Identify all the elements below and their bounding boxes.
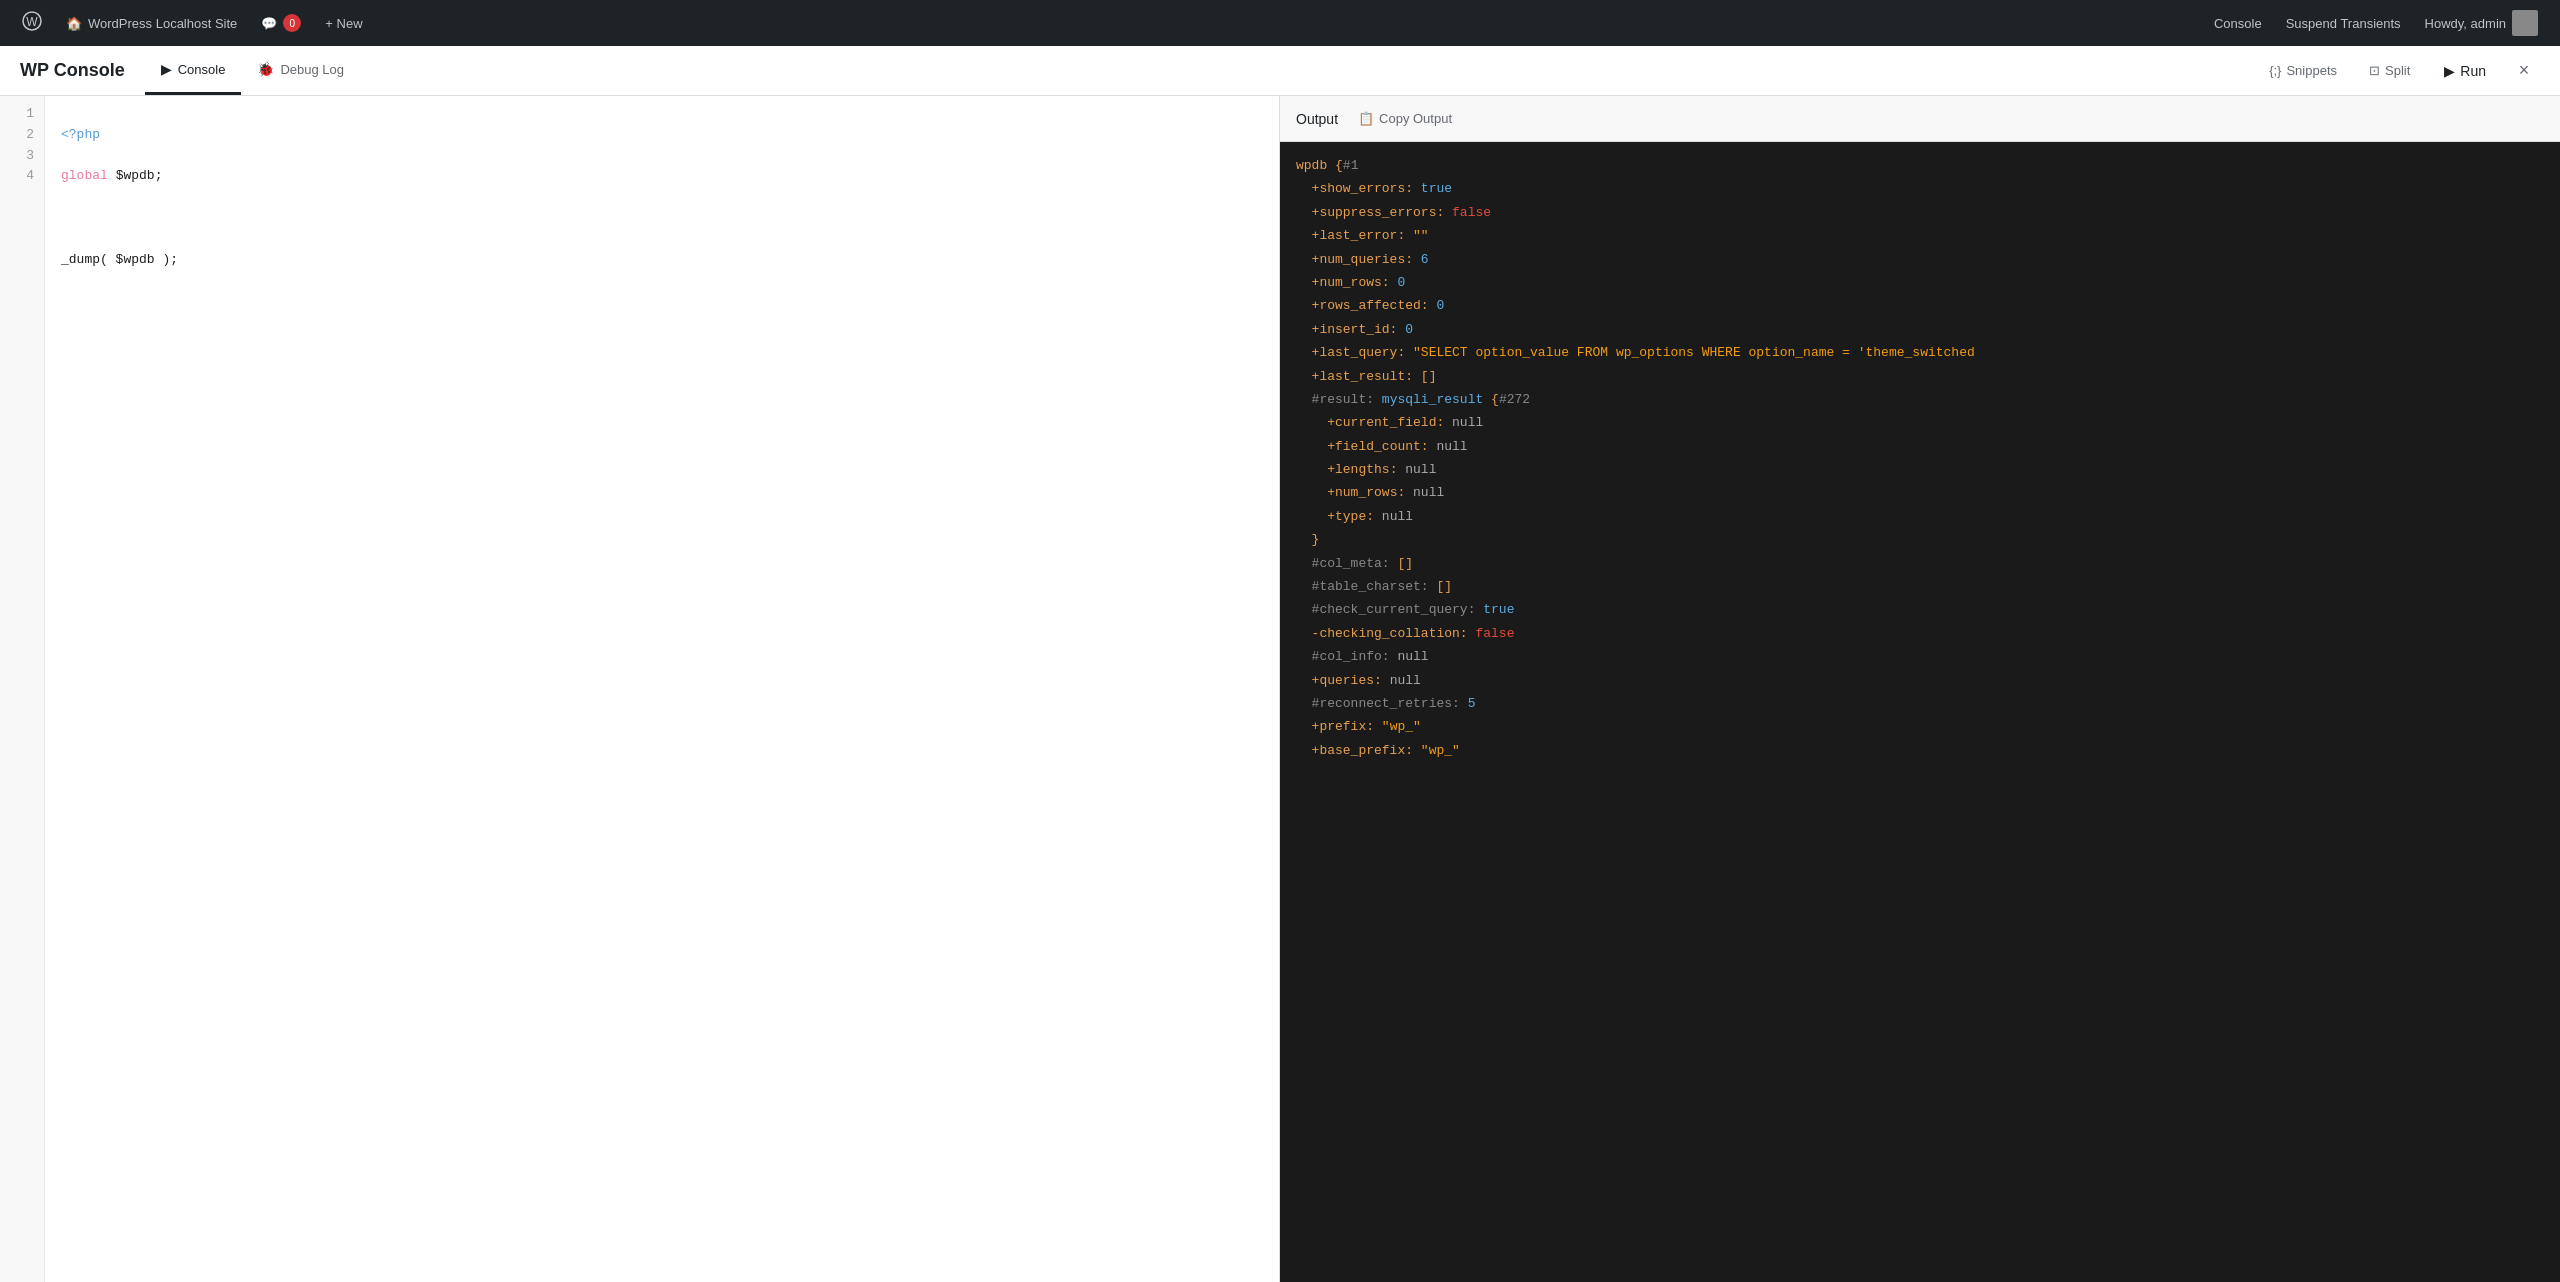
site-name: WordPress Localhost Site (88, 16, 237, 31)
out-line-19: #table_charset: [] (1296, 575, 2544, 598)
out-line-18: #col_meta: [] (1296, 552, 2544, 575)
howdy-item[interactable]: Howdy, admin (2415, 0, 2548, 46)
out-line-9: +last_query: "SELECT option_value FROM w… (1296, 341, 2544, 364)
plugin-header: WP Console ▶ Console 🐞 Debug Log {;} Sni… (0, 46, 2560, 96)
avatar (2512, 10, 2538, 36)
out-line-23: +queries: null (1296, 669, 2544, 692)
out-line-4: +last_error: "" (1296, 224, 2544, 247)
out-line-16: +type: null (1296, 505, 2544, 528)
line-num-1: 1 (0, 104, 44, 125)
line-numbers: 1 2 3 4 (0, 96, 45, 1282)
debug-log-tab-icon: 🐞 (257, 61, 274, 77)
split-icon: ⊡ (2369, 63, 2380, 78)
out-line-11: #result: mysqli_result {#272 (1296, 388, 2544, 411)
close-icon: × (2519, 60, 2530, 81)
split-label: Split (2385, 63, 2410, 78)
code-line-1: <?php (61, 125, 1263, 146)
snippets-label: Snippets (2286, 63, 2337, 78)
snippets-button[interactable]: {;} Snippets (2257, 57, 2349, 84)
new-label: + New (325, 16, 362, 31)
run-icon: ▶ (2444, 63, 2455, 79)
tab-debug-log[interactable]: 🐞 Debug Log (241, 46, 360, 95)
editor-content[interactable]: 1 2 3 4 <?php global $wpdb; _dump( $wpdb… (0, 96, 1279, 1282)
out-line-12: +current_field: null (1296, 411, 2544, 434)
tab-bar: ▶ Console 🐞 Debug Log (145, 46, 360, 95)
snippets-icon: {;} (2269, 63, 2281, 78)
out-line-7: +rows_affected: 0 (1296, 294, 2544, 317)
out-line-6: +num_rows: 0 (1296, 271, 2544, 294)
console-adminbar-item[interactable]: Console (2204, 0, 2272, 46)
suspend-transients-label: Suspend Transients (2286, 16, 2401, 31)
out-line-15: +num_rows: null (1296, 481, 2544, 504)
split-button[interactable]: ⊡ Split (2357, 57, 2422, 84)
main-content: WP Console ▶ Console 🐞 Debug Log {;} Sni… (0, 46, 2560, 1282)
wp-logo-item[interactable]: W (12, 0, 52, 46)
out-line-25: +prefix: "wp_" (1296, 715, 2544, 738)
out-line-8: +insert_id: 0 (1296, 318, 2544, 341)
debug-log-tab-label: Debug Log (280, 62, 344, 77)
out-line-24: #reconnect_retries: 5 (1296, 692, 2544, 715)
site-name-item[interactable]: 🏠 WordPress Localhost Site (56, 0, 247, 46)
out-line-22: #col_info: null (1296, 645, 2544, 668)
wp-logo-icon: W (22, 11, 42, 36)
code-editor[interactable]: <?php global $wpdb; _dump( $wpdb ); (45, 96, 1279, 1282)
editor-pane: 1 2 3 4 <?php global $wpdb; _dump( $wpdb… (0, 96, 1280, 1282)
run-label: Run (2460, 63, 2486, 79)
header-actions: {;} Snippets ⊡ Split ▶ Run × (2257, 55, 2540, 87)
out-line-14: +lengths: null (1296, 458, 2544, 481)
output-label: Output (1296, 111, 1338, 127)
comments-icon: 💬 (261, 16, 277, 31)
howdy-label: Howdy, admin (2425, 16, 2506, 31)
comments-item[interactable]: 💬 0 (251, 0, 311, 46)
plugin-title: WP Console (20, 60, 125, 81)
comments-count: 0 (283, 14, 301, 32)
line-num-2: 2 (0, 125, 44, 146)
output-pane: Output 📋 Copy Output wpdb {#1 +show_erro… (1280, 96, 2560, 1282)
out-line-1: wpdb {#1 (1296, 154, 2544, 177)
code-area: 1 2 3 4 <?php global $wpdb; _dump( $wpdb… (0, 96, 2560, 1282)
admin-bar: W 🏠 WordPress Localhost Site 💬 0 + New C… (0, 0, 2560, 46)
new-content-item[interactable]: + New (315, 0, 372, 46)
out-line-26: +base_prefix: "wp_" (1296, 739, 2544, 762)
output-header: Output 📋 Copy Output (1280, 96, 2560, 142)
output-content[interactable]: wpdb {#1 +show_errors: true +suppress_er… (1280, 142, 2560, 1282)
out-line-10: +last_result: [] (1296, 365, 2544, 388)
line-num-4: 4 (0, 166, 44, 187)
copy-output-label: Copy Output (1379, 111, 1452, 126)
run-button[interactable]: ▶ Run (2430, 57, 2500, 85)
close-button[interactable]: × (2508, 55, 2540, 87)
out-line-21: -checking_collation: false (1296, 622, 2544, 645)
code-line-4: _dump( $wpdb ); (61, 250, 1263, 271)
suspend-transients-item[interactable]: Suspend Transients (2276, 0, 2411, 46)
home-icon: 🏠 (66, 16, 82, 31)
out-line-5: +num_queries: 6 (1296, 248, 2544, 271)
out-line-13: +field_count: null (1296, 435, 2544, 458)
console-label: Console (2214, 16, 2262, 31)
copy-output-button[interactable]: 📋 Copy Output (1350, 107, 1460, 130)
code-line-2: global $wpdb; (61, 166, 1263, 187)
out-line-3: +suppress_errors: false (1296, 201, 2544, 224)
copy-icon: 📋 (1358, 111, 1374, 126)
code-line-3 (61, 208, 1263, 229)
tab-console[interactable]: ▶ Console (145, 46, 242, 95)
out-line-2: +show_errors: true (1296, 177, 2544, 200)
svg-text:W: W (26, 15, 38, 29)
console-tab-icon: ▶ (161, 61, 172, 77)
console-tab-label: Console (178, 62, 226, 77)
out-line-17: } (1296, 528, 2544, 551)
line-num-3: 3 (0, 146, 44, 167)
out-line-20: #check_current_query: true (1296, 598, 2544, 621)
